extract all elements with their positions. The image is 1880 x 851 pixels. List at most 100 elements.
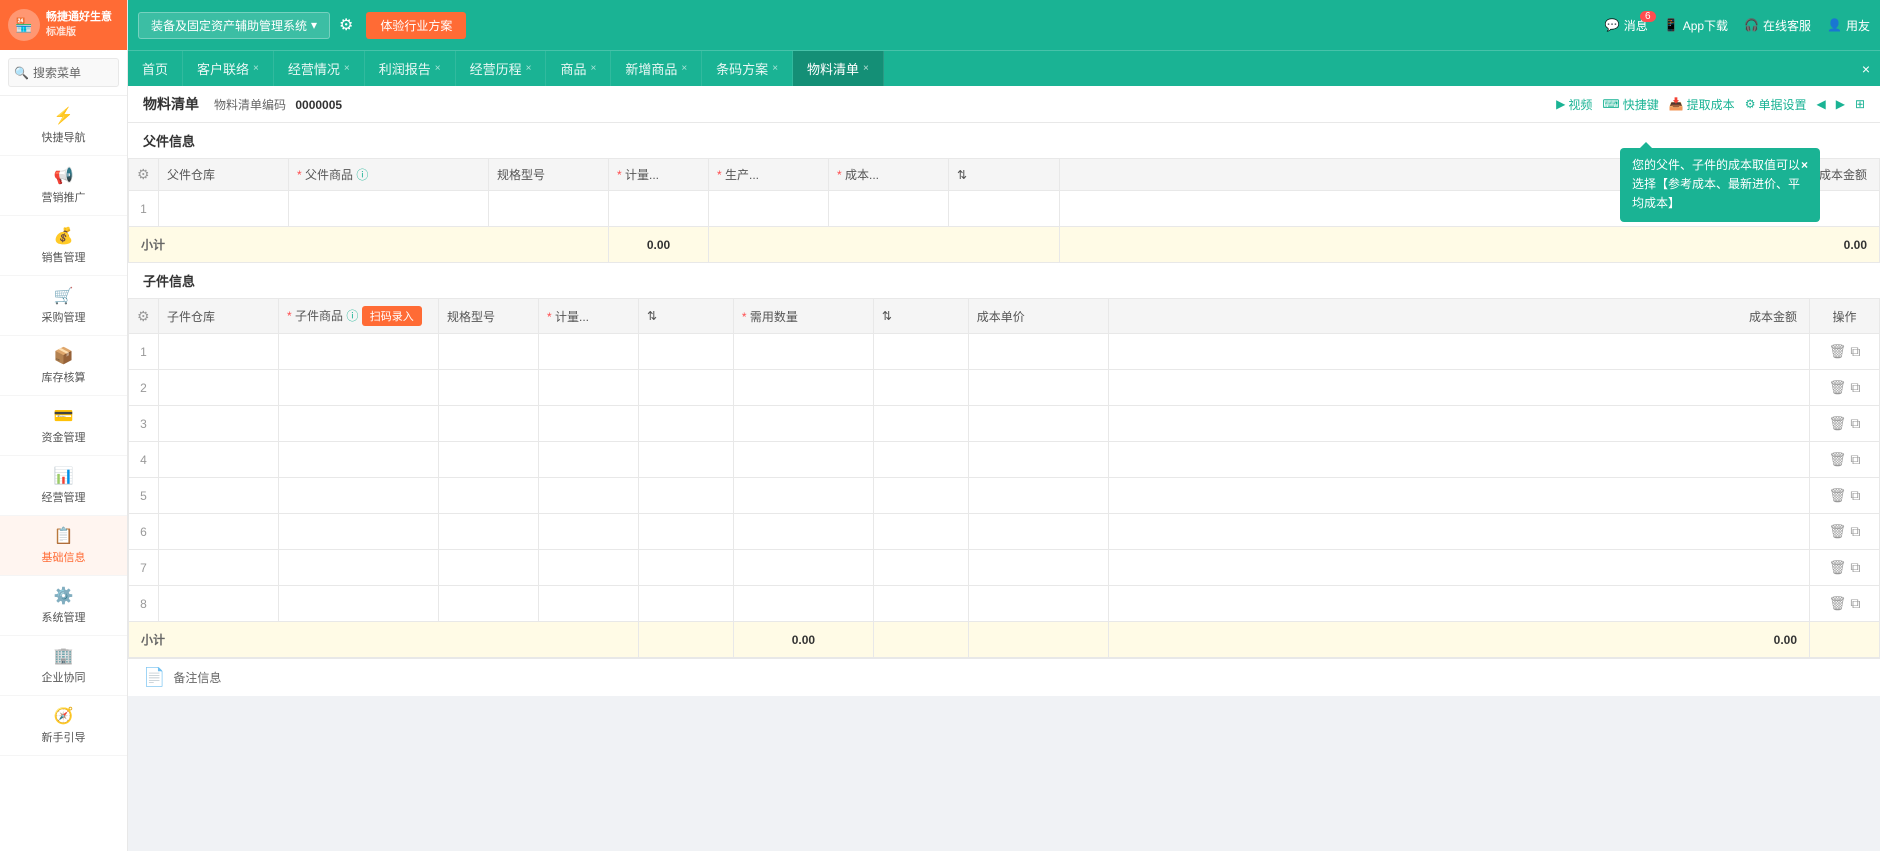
child-unit-cell[interactable] bbox=[539, 406, 639, 442]
settings-gear-col-icon[interactable]: ⚙ bbox=[137, 166, 150, 182]
child-cost-amount-cell[interactable] bbox=[1108, 442, 1809, 478]
single-settings-button[interactable]: ⚙ 单据设置 bbox=[1745, 96, 1807, 113]
child-spec-cell[interactable] bbox=[439, 442, 539, 478]
tab-new-goods[interactable]: 新增商品 × bbox=[611, 51, 702, 86]
copy-row-icon[interactable]: ⧉ bbox=[1850, 523, 1860, 540]
user-menu[interactable]: 👤 用友 bbox=[1827, 17, 1870, 34]
scan-input-button[interactable]: 扫码录入 bbox=[362, 306, 422, 326]
parent-goods-cell[interactable] bbox=[289, 191, 489, 227]
child-cost-amount-cell[interactable] bbox=[1108, 370, 1809, 406]
shortcut-button[interactable]: ⌨ 快捷键 bbox=[1602, 96, 1658, 113]
parent-production-cell[interactable] bbox=[709, 191, 829, 227]
copy-row-icon[interactable]: ⧉ bbox=[1850, 451, 1860, 468]
child-settings-icon[interactable]: ⚙ bbox=[137, 308, 150, 324]
tab-close-bom[interactable]: × bbox=[863, 63, 869, 74]
child-cost-amount-cell[interactable] bbox=[1108, 550, 1809, 586]
delete-row-icon[interactable]: 🗑 bbox=[1829, 451, 1847, 468]
child-unit-cell[interactable] bbox=[539, 478, 639, 514]
delete-row-icon[interactable]: 🗑 bbox=[1829, 487, 1847, 504]
tab-close-history[interactable]: × bbox=[526, 63, 532, 74]
tooltip-close-button[interactable]: × bbox=[1801, 156, 1808, 175]
child-spec-cell[interactable] bbox=[439, 406, 539, 442]
sidebar-item-quick-nav[interactable]: ⚡ 快捷导航 bbox=[0, 96, 127, 156]
child-quantity-cell[interactable] bbox=[733, 514, 873, 550]
child-warehouse-cell[interactable] bbox=[159, 478, 279, 514]
child-unit-cost-cell[interactable] bbox=[968, 370, 1108, 406]
parent-unit-cell[interactable] bbox=[609, 191, 709, 227]
child-goods-cell[interactable] bbox=[279, 514, 439, 550]
system-selector[interactable]: 装备及固定资产辅助管理系统 ▾ bbox=[138, 12, 330, 39]
tab-history[interactable]: 经营历程 × bbox=[456, 51, 547, 86]
sidebar-item-basic-info[interactable]: 📋 基础信息 bbox=[0, 516, 127, 576]
sidebar-item-enterprise[interactable]: 🏢 企业协同 bbox=[0, 636, 127, 696]
parent-cost-cell[interactable] bbox=[829, 191, 949, 227]
child-goods-cell[interactable] bbox=[279, 586, 439, 622]
sidebar-item-guide[interactable]: 🧭 新手引导 bbox=[0, 696, 127, 756]
copy-row-icon[interactable]: ⧉ bbox=[1850, 559, 1860, 576]
delete-row-icon[interactable]: 🗑 bbox=[1829, 379, 1847, 396]
tab-barcode[interactable]: 条码方案 × bbox=[702, 51, 793, 86]
child-warehouse-cell[interactable] bbox=[159, 334, 279, 370]
tab-close-operations[interactable]: × bbox=[344, 63, 350, 74]
sidebar-item-sales[interactable]: 💰 销售管理 bbox=[0, 216, 127, 276]
message-button[interactable]: 💬 消息 6 bbox=[1605, 17, 1648, 34]
child-unit-cost-cell[interactable] bbox=[968, 478, 1108, 514]
nav-next-button[interactable]: ▶ bbox=[1836, 97, 1845, 111]
child-spec-cell[interactable] bbox=[439, 370, 539, 406]
view-video-button[interactable]: ▶ 视频 bbox=[1556, 96, 1592, 113]
tab-operations[interactable]: 经营情况 × bbox=[274, 51, 365, 86]
child-quantity-cell[interactable] bbox=[733, 370, 873, 406]
trial-button[interactable]: 体验行业方案 bbox=[366, 12, 466, 39]
child-goods-cell[interactable] bbox=[279, 334, 439, 370]
grid-view-button[interactable]: ⊞ bbox=[1855, 97, 1865, 111]
tab-close-customers[interactable]: × bbox=[253, 63, 259, 74]
child-unit-cell[interactable] bbox=[539, 514, 639, 550]
child-cost-amount-cell[interactable] bbox=[1108, 334, 1809, 370]
child-goods-cell[interactable] bbox=[279, 478, 439, 514]
copy-row-icon[interactable]: ⧉ bbox=[1850, 595, 1860, 612]
parent-spec-cell[interactable] bbox=[489, 191, 609, 227]
child-unit-cost-cell[interactable] bbox=[968, 514, 1108, 550]
sidebar-item-operations[interactable]: 📊 经营管理 bbox=[0, 456, 127, 516]
child-quantity-cell[interactable] bbox=[733, 442, 873, 478]
delete-row-icon[interactable]: 🗑 bbox=[1829, 559, 1847, 576]
delete-row-icon[interactable]: 🗑 bbox=[1829, 595, 1847, 612]
child-unit-cost-cell[interactable] bbox=[968, 442, 1108, 478]
child-unit-cell[interactable] bbox=[539, 370, 639, 406]
child-cost-amount-cell[interactable] bbox=[1108, 586, 1809, 622]
child-quantity-cell[interactable] bbox=[733, 586, 873, 622]
child-cost-amount-cell[interactable] bbox=[1108, 478, 1809, 514]
settings-gear-icon[interactable]: ⚙ bbox=[334, 10, 358, 40]
copy-row-icon[interactable]: ⧉ bbox=[1850, 415, 1860, 432]
tab-customers[interactable]: 客户联络 × bbox=[183, 51, 274, 86]
child-spec-cell[interactable] bbox=[439, 478, 539, 514]
tab-close-new-goods[interactable]: × bbox=[681, 63, 687, 74]
sidebar-item-finance[interactable]: 💳 资金管理 bbox=[0, 396, 127, 456]
app-download-button[interactable]: 📱 App下载 bbox=[1664, 17, 1728, 34]
sidebar-item-marketing[interactable]: 📢 营销推广 bbox=[0, 156, 127, 216]
child-unit-cell[interactable] bbox=[539, 334, 639, 370]
online-service-button[interactable]: 🎧 在线客服 bbox=[1744, 17, 1811, 34]
child-quantity-cell[interactable] bbox=[733, 550, 873, 586]
child-unit-cost-cell[interactable] bbox=[968, 550, 1108, 586]
tab-bom[interactable]: 物料清单 × bbox=[793, 51, 884, 86]
child-cost-amount-cell[interactable] bbox=[1108, 514, 1809, 550]
child-warehouse-cell[interactable] bbox=[159, 442, 279, 478]
delete-row-icon[interactable]: 🗑 bbox=[1829, 523, 1847, 540]
extract-cost-button[interactable]: 📥 提取成本 bbox=[1669, 96, 1735, 113]
child-unit-cost-cell[interactable] bbox=[968, 334, 1108, 370]
child-goods-cell[interactable] bbox=[279, 370, 439, 406]
child-warehouse-cell[interactable] bbox=[159, 514, 279, 550]
nav-prev-button[interactable]: ◀ bbox=[1816, 97, 1825, 111]
child-warehouse-cell[interactable] bbox=[159, 406, 279, 442]
delete-row-icon[interactable]: 🗑 bbox=[1829, 415, 1847, 432]
tab-profit[interactable]: 利润报告 × bbox=[365, 51, 456, 86]
child-quantity-cell[interactable] bbox=[733, 478, 873, 514]
child-spec-cell[interactable] bbox=[439, 586, 539, 622]
child-goods-cell[interactable] bbox=[279, 406, 439, 442]
parent-warehouse-cell[interactable] bbox=[159, 191, 289, 227]
child-spec-cell[interactable] bbox=[439, 514, 539, 550]
sidebar-item-system[interactable]: ⚙️ 系统管理 bbox=[0, 576, 127, 636]
child-quantity-cell[interactable] bbox=[733, 334, 873, 370]
child-unit-cell[interactable] bbox=[539, 442, 639, 478]
